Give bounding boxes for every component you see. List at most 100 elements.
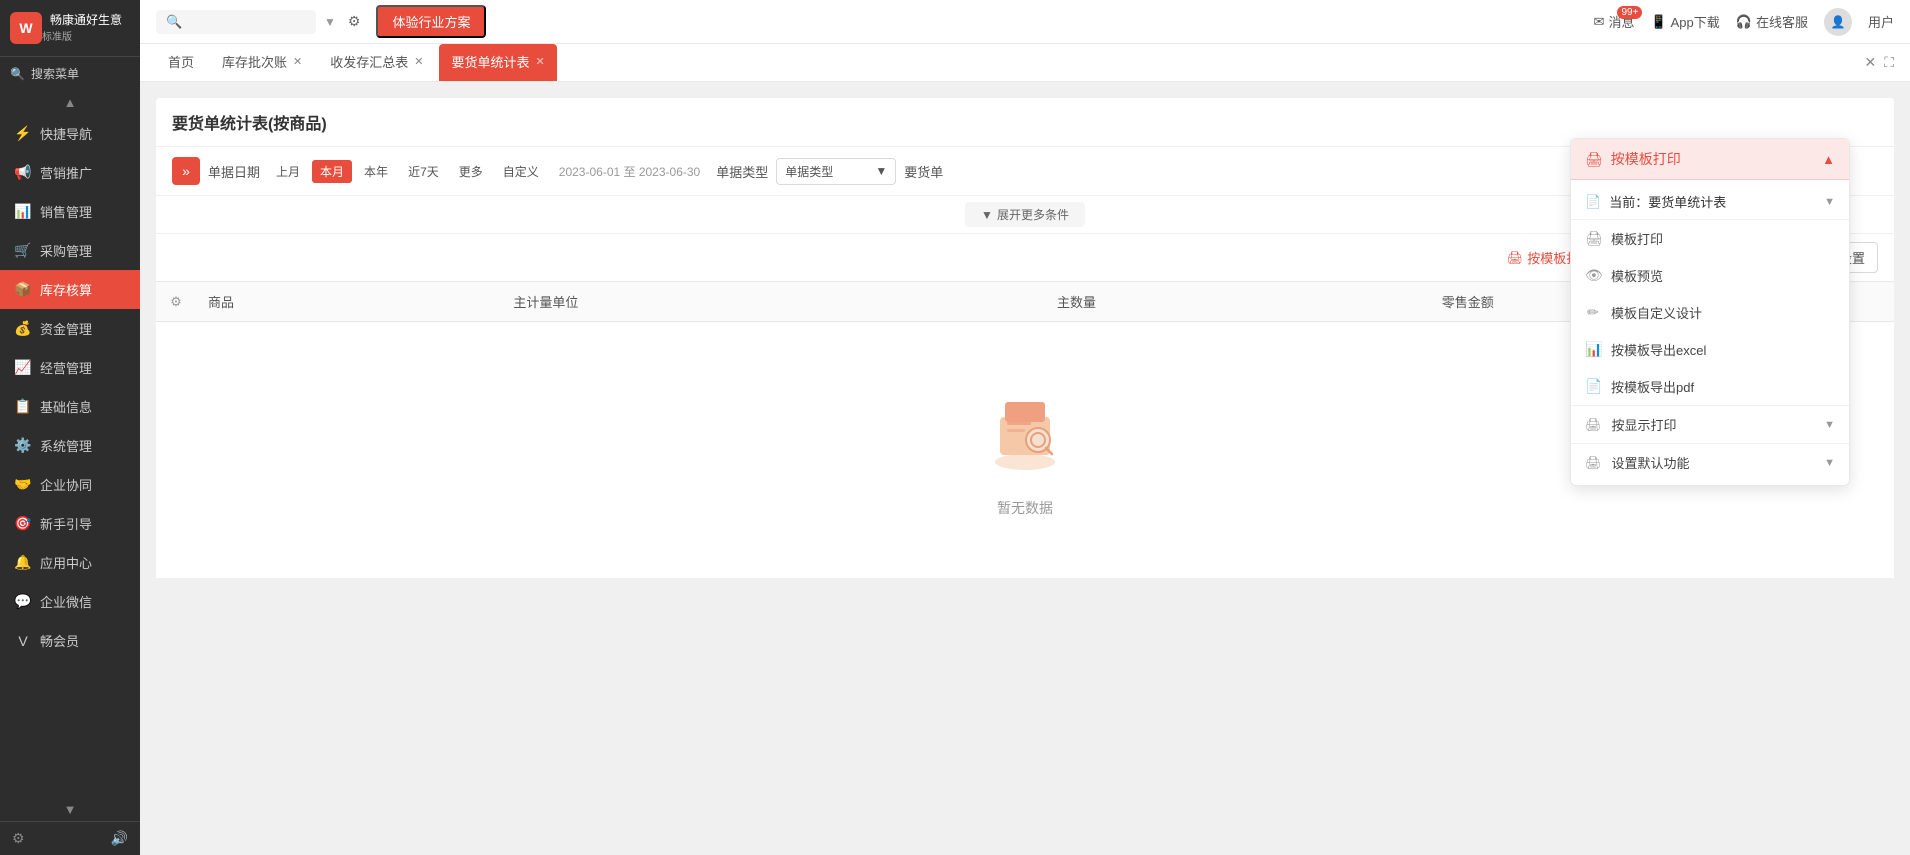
dropdown-group-icon-set-default: 🖨 [1585,455,1602,471]
sidebar-item-operation[interactable]: 📈经营管理 [0,348,140,387]
nav-icon-purchase: 🛒 [14,242,32,260]
nav-icon-system: ⚙️ [14,437,32,455]
dropdown-current-icon: 📄 [1585,194,1601,210]
topbar-gear-icon[interactable]: ⚙ [348,13,361,30]
messages-badge: 99+ [1617,6,1642,19]
dropdown-item-template-export-excel[interactable]: 📊按模板导出excel [1571,331,1849,368]
tab-expand-icon[interactable]: ⛶ [1884,54,1894,71]
tab-label-home: 首页 [168,52,194,71]
main-content: 🔍 ▼ ⚙ 体验行业方案 ✉ 消息 99+ 📱 App下载 🎧 在线客服 👤 用… [140,0,1910,855]
nav-label-finance: 资金管理 [40,319,92,338]
dropdown-item-template-export-pdf[interactable]: 📄按模板导出pdf [1571,368,1849,405]
app-title-area: 畅康通好生意 标准版 [42,13,122,44]
filter-bill-type-chevron: ▼ [875,164,887,178]
nav-label-quick-nav: 快捷导航 [40,124,92,143]
sidebar-item-inventory[interactable]: 📦库存核算 [0,270,140,309]
tab-close-inventory-batch[interactable]: ✕ [293,55,302,68]
date-tab-近7天[interactable]: 近7天 [400,160,447,183]
dropdown-current-item[interactable]: 📄 当前：要货单统计表 ▼ [1571,184,1849,220]
nav-icon-member: V [14,632,32,650]
tab-close-order-summary[interactable]: ✕ [536,55,545,68]
dropdown-print-icon: 🖨 [1585,151,1603,168]
dropdown-item-template-print[interactable]: 🖨模板打印 [1571,220,1849,257]
filter-bill-type-value: 单据类型 [785,163,833,180]
dropdown-group-set-default[interactable]: 🖨设置默认功能▼ [1571,443,1849,481]
app-logo-icon: W [10,12,42,44]
dropdown-item-template-preview[interactable]: 👁模板预览 [1571,257,1849,294]
th-unit: 主计量单位 [501,282,1045,322]
dropdown-close-chevron[interactable]: ▲ [1822,152,1835,167]
tab-home[interactable]: 首页 [156,44,206,81]
dropdown-group-icon-display-print: 🖨 [1585,417,1602,433]
sidebar-search-label: 搜索菜单 [31,65,79,82]
date-tab-上月[interactable]: 上月 [268,160,308,183]
dropdown-group-left-set-default: 🖨 设置默认功能 [1585,453,1690,472]
dropdown-item-template-custom[interactable]: ✏模板自定义设计 [1571,294,1849,331]
sidebar-item-sales[interactable]: 📊销售管理 [0,192,140,231]
dropdown-group-label-set-default: 设置默认功能 [1612,453,1690,472]
app-download-label: App下载 [1671,12,1720,31]
filter-order-status-label: 要货单 [904,162,943,181]
sidebar-search[interactable]: 🔍 搜索菜单 [0,57,140,90]
tab-inventory-batch[interactable]: 库存批次账✕ [210,44,314,81]
date-tab-更多[interactable]: 更多 [451,160,491,183]
tabs-bar: 首页库存批次账✕收发存汇总表✕ 要货单统计表 ✕ ✕ ⛶ [140,44,1910,82]
filter-expand-btn[interactable]: » [172,157,200,185]
user-avatar[interactable]: 👤 [1824,8,1852,36]
table-settings-icon[interactable]: ⚙ [170,294,182,309]
sidebar-scroll-down[interactable]: ▼ [0,797,140,821]
nav-label-wechat: 企业微信 [40,592,92,611]
tab-close-all-icon[interactable]: ✕ [1864,54,1876,71]
dropdown-group-display-print[interactable]: 🖨按显示打印▼ [1571,405,1849,443]
sidebar-item-appstore[interactable]: 🔔应用中心 [0,543,140,582]
nav-label-guide: 新手引导 [40,514,92,533]
nav-label-basic: 基础信息 [40,397,92,416]
tab-label-order-summary: 要货单统计表 [451,52,529,71]
sound-bottom-icon[interactable]: 🔊 [111,830,128,847]
date-tab-本月[interactable]: 本月 [312,160,352,183]
service-icon: 🎧 [1736,14,1752,30]
dropdown-current-label: 当前：要货单统计表 [1609,192,1726,211]
dropdown-title: 按模板打印 [1611,149,1681,169]
dropdown-item-icon-template-export-pdf: 📄 [1585,378,1601,395]
topbar-search-input[interactable] [188,15,288,29]
sidebar-item-enterprise[interactable]: 🤝企业协同 [0,465,140,504]
topbar-dropdown-icon[interactable]: ▼ [324,15,336,29]
sidebar-item-marketing[interactable]: 📢营销推广 [0,153,140,192]
topbar-search-area[interactable]: 🔍 [156,10,316,34]
filter-date-tabs: 上月本月本年近7天更多自定义 [268,160,547,183]
dropdown-header-left: 🖨 按模板打印 [1585,149,1681,169]
nav-label-marketing: 营销推广 [40,163,92,182]
sidebar-item-guide[interactable]: 🎯新手引导 [0,504,140,543]
nav-icon-basic: 📋 [14,398,32,416]
date-tab-本年[interactable]: 本年 [356,160,396,183]
topbar-messages[interactable]: ✉ 消息 99+ [1594,12,1635,31]
dropdown-header: 🖨 按模板打印 ▲ [1571,139,1849,180]
filter-bill-type-select[interactable]: 单据类型 ▼ [776,158,896,185]
sidebar-scroll-up[interactable]: ▲ [0,90,140,114]
dropdown-group-chevron-display-print: ▼ [1824,419,1835,431]
date-tab-自定义[interactable]: 自定义 [495,160,547,183]
sidebar-item-member[interactable]: V畅会员 [0,621,140,660]
tab-order-summary[interactable]: 要货单统计表 ✕ [439,44,556,81]
settings-bottom-icon[interactable]: ⚙ [12,830,25,847]
nav-icon-finance: 💰 [14,320,32,338]
sidebar-item-wechat[interactable]: 💬企业微信 [0,582,140,621]
sidebar-item-system[interactable]: ⚙️系统管理 [0,426,140,465]
sidebar-item-purchase[interactable]: 🛒采购管理 [0,231,140,270]
th-settings: ⚙ [156,282,196,322]
sidebar-item-basic[interactable]: 📋 基础信息 [0,387,140,426]
topbar-app-download[interactable]: 📱 App下载 [1650,12,1719,31]
dropdown-item-icon-template-preview: 👁 [1585,267,1601,284]
expand-more-btn[interactable]: ▼ 展开更多条件 [965,202,1085,227]
sidebar-item-finance[interactable]: 💰 资金管理 [0,309,140,348]
topbar-online-service[interactable]: 🎧 在线客服 [1736,12,1808,31]
dropdown-current-chevron: ▼ [1824,196,1835,208]
sidebar-item-quick-nav[interactable]: ⚡快捷导航 [0,114,140,153]
dropdown-item-label-template-export-excel: 按模板导出excel [1611,340,1706,359]
tab-close-receipts-summary[interactable]: ✕ [414,55,423,68]
tab-receipts-summary[interactable]: 收发存汇总表✕ [318,44,435,81]
experience-btn[interactable]: 体验行业方案 [376,5,486,38]
expand-more-label: 展开更多条件 [997,206,1069,223]
topbar-right: ✉ 消息 99+ 📱 App下载 🎧 在线客服 👤 用户 [1594,8,1894,36]
